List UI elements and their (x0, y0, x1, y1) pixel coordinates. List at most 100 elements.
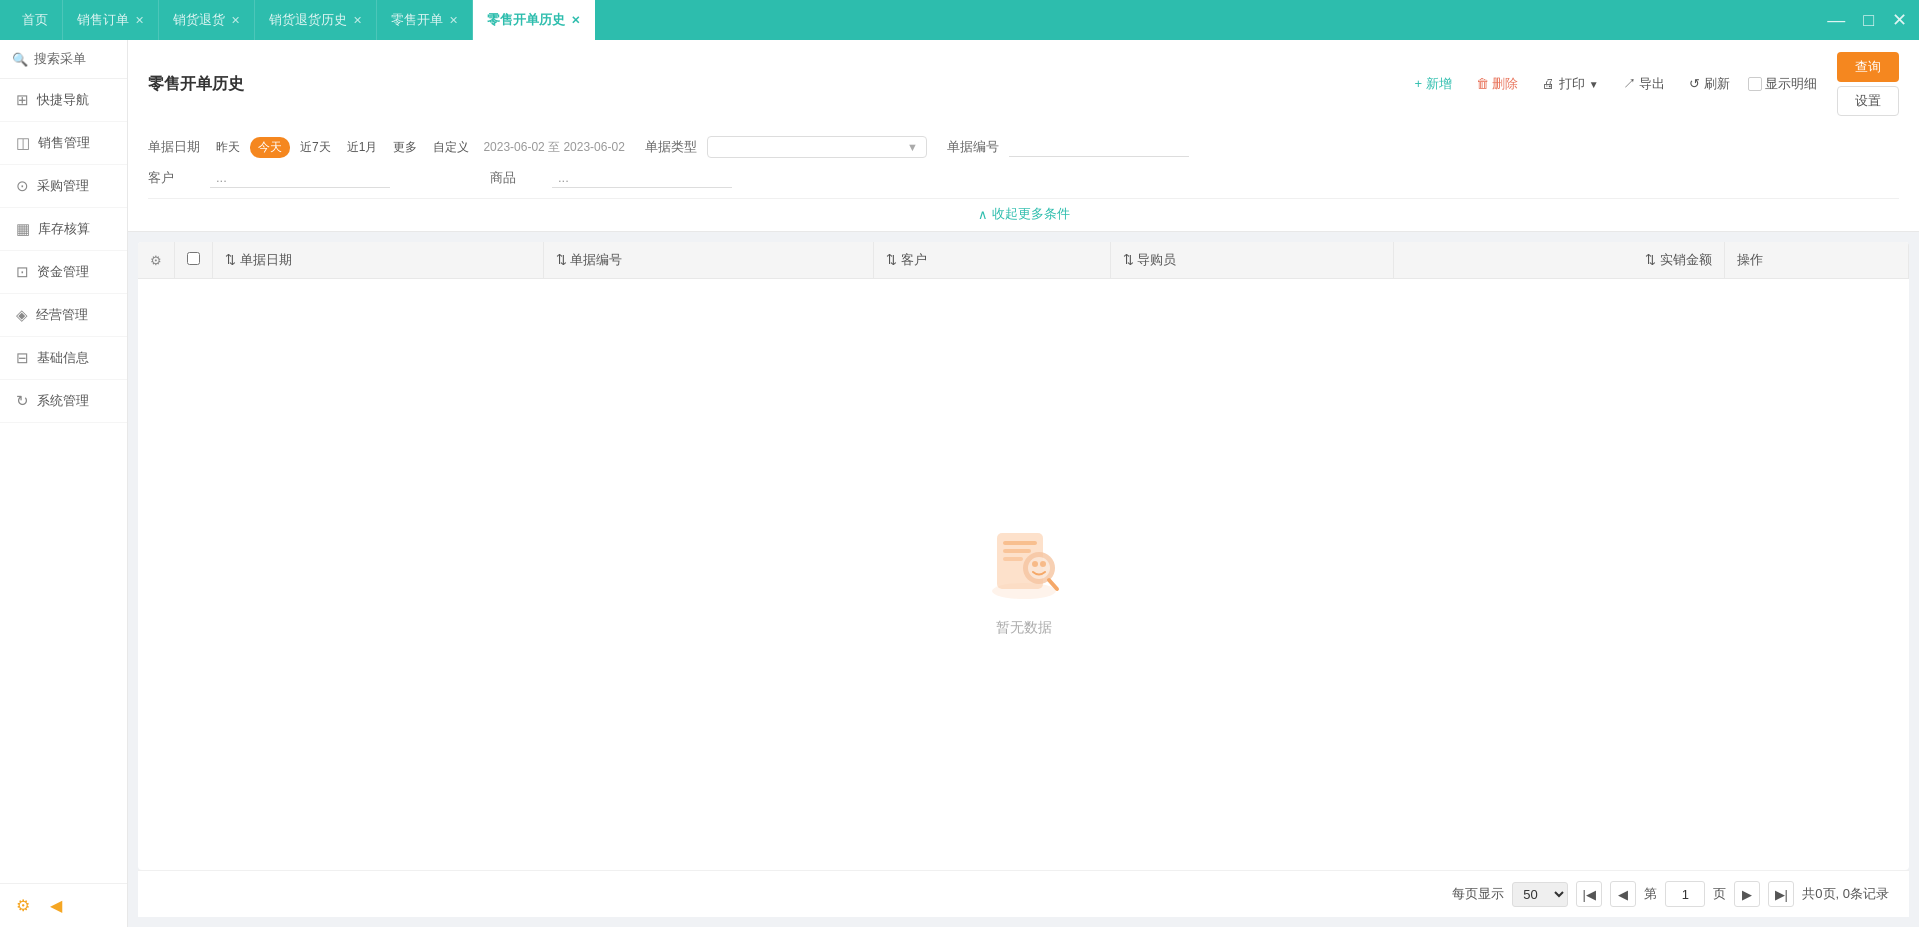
refresh-button-label: ↺ 刷新 (1689, 75, 1730, 93)
number-filter-input[interactable] (1009, 137, 1189, 157)
col-number: ⇅ 单据编号 (543, 242, 874, 279)
tab-close-icon[interactable]: ✕ (231, 14, 240, 27)
col-actions: 操作 (1724, 242, 1908, 279)
export-button-label: ↗ 导出 (1623, 75, 1666, 93)
sidebar-item-inventory[interactable]: ▦ 库存核算 (0, 208, 127, 251)
date-7days[interactable]: 近7天 (294, 137, 337, 158)
sidebar-bottom: ⚙ ◀ (0, 883, 127, 927)
col-date-text: 单据日期 (240, 252, 292, 267)
customer-filter-input[interactable] (210, 168, 390, 188)
maximize-icon[interactable]: □ (1859, 10, 1878, 31)
col-guide-text: 导购员 (1137, 252, 1176, 267)
tab-home[interactable]: 首页 (8, 0, 63, 40)
sidebar: 🔍 搜索采单 ⊞ 快捷导航 ◫ 销售管理 ⊙ 采购管理 ▦ 库存核算 ⊡ 资金管… (0, 40, 128, 927)
tab-label: 销货退货 (173, 11, 225, 29)
sidebar-search-label: 搜索采单 (34, 50, 86, 68)
product-filter-label: 商品 (490, 169, 546, 187)
svg-rect-3 (1003, 549, 1031, 553)
tab-close-icon[interactable]: ✕ (353, 14, 362, 27)
type-filter: 单据类型 ▼ (645, 136, 927, 158)
date-today[interactable]: 今天 (250, 137, 290, 158)
minimize-icon[interactable]: — (1823, 10, 1849, 31)
date-yesterday[interactable]: 昨天 (210, 137, 246, 158)
date-filter: 单据日期 昨天 今天 近7天 近1月 更多 自定义 2023-06-02 至 2… (148, 137, 625, 158)
display-detail-label: 显示明细 (1765, 75, 1817, 93)
tab-retail-order[interactable]: 零售开单 ✕ (377, 0, 473, 40)
sidebar-item-finance[interactable]: ⊡ 资金管理 (0, 251, 127, 294)
tab-close-icon[interactable]: ✕ (449, 14, 458, 27)
product-filter-input[interactable] (552, 168, 732, 188)
sidebar-item-basic-info[interactable]: ⊟ 基础信息 (0, 337, 127, 380)
close-icon[interactable]: ✕ (1888, 9, 1911, 31)
sidebar-item-sales[interactable]: ◫ 销售管理 (0, 122, 127, 165)
pagination: 每页显示 50 100 200 |◀ ◀ 第 页 ▶ ▶| 共0页, 0条记录 (138, 870, 1909, 917)
date-more[interactable]: 更多 (387, 137, 423, 158)
tab-sales-return[interactable]: 销货退货 ✕ (159, 0, 255, 40)
first-page-button[interactable]: |◀ (1576, 881, 1602, 907)
print-button-label: 🖨 打印 (1542, 75, 1585, 93)
date-1month[interactable]: 近1月 (341, 137, 384, 158)
basic-info-icon: ⊟ (16, 349, 29, 367)
date-filter-label: 单据日期 (148, 138, 204, 156)
sales-icon: ◫ (16, 134, 30, 152)
col-date: ⇅ 单据日期 (213, 242, 544, 279)
sidebar-item-label: 资金管理 (37, 263, 89, 281)
svg-point-8 (1032, 561, 1038, 567)
delete-button-label: 🗑 删除 (1476, 75, 1519, 93)
next-page-button[interactable]: ▶ (1734, 881, 1760, 907)
sidebar-item-label: 经营管理 (36, 306, 88, 324)
empty-illustration (979, 513, 1069, 603)
sidebar-item-label: 库存核算 (38, 220, 90, 238)
settings-button[interactable]: 设置 (1837, 86, 1899, 116)
tab-sales-return-history[interactable]: 销货退货历史 ✕ (255, 0, 377, 40)
tab-retail-order-history[interactable]: 零售开单历史 ✕ (473, 0, 595, 40)
per-page-select[interactable]: 50 100 200 (1512, 882, 1568, 907)
search-icon: 🔍 (12, 52, 28, 67)
chevron-up-icon: ∧ (978, 207, 988, 222)
sidebar-item-navigation[interactable]: ⊞ 快捷导航 (0, 79, 127, 122)
sidebar-search[interactable]: 🔍 搜索采单 (0, 40, 127, 79)
type-select[interactable]: ▼ (707, 136, 927, 158)
toolbar: + 新增 🗑 删除 🖨 打印 ▼ ↗ 导出 ↺ 刷新 (1408, 52, 1899, 116)
page-title-row: 零售开单历史 + 新增 🗑 删除 🖨 打印 ▼ ↗ 导出 (148, 52, 1899, 116)
new-button[interactable]: + 新增 (1408, 71, 1457, 97)
sidebar-item-purchase[interactable]: ⊙ 采购管理 (0, 165, 127, 208)
tab-label: 首页 (22, 11, 48, 29)
empty-state: 暂无数据 (138, 279, 1909, 870)
export-button[interactable]: ↗ 导出 (1617, 71, 1672, 97)
sidebar-item-system[interactable]: ↻ 系统管理 (0, 380, 127, 423)
collapse-sidebar-icon[interactable]: ◀ (50, 896, 62, 915)
prev-page-button[interactable]: ◀ (1610, 881, 1636, 907)
tab-close-icon[interactable]: ✕ (571, 14, 580, 27)
sidebar-item-operations[interactable]: ◈ 经营管理 (0, 294, 127, 337)
col-amount-sort: ⇅ (1645, 252, 1660, 267)
page-number-input[interactable] (1665, 881, 1705, 907)
select-all-checkbox[interactable] (187, 252, 200, 265)
col-customer-text: 客户 (901, 252, 927, 267)
tab-sales-order[interactable]: 销售订单 ✕ (63, 0, 159, 40)
tab-bar: 首页 销售订单 ✕ 销货退货 ✕ 销货退货历史 ✕ 零售开单 ✕ 零售开单历史 … (0, 0, 1919, 40)
svg-point-6 (1028, 557, 1050, 579)
sidebar-item-label: 系统管理 (37, 392, 89, 410)
number-filter: 单据编号 (947, 137, 1189, 157)
home-icon: ⊞ (16, 91, 29, 109)
customer-filter: 客户 (148, 168, 390, 188)
query-button[interactable]: 查询 (1837, 52, 1899, 82)
more-filters-toggle[interactable]: ∧ 收起更多条件 (148, 198, 1899, 231)
data-table: ⚙ ⇅ 单据日期 ⇅ 单据编号 (138, 242, 1909, 279)
main-layout: 🔍 搜索采单 ⊞ 快捷导航 ◫ 销售管理 ⊙ 采购管理 ▦ 库存核算 ⊡ 资金管… (0, 40, 1919, 927)
display-detail-toggle[interactable]: 显示明细 (1748, 75, 1817, 93)
tab-close-icon[interactable]: ✕ (135, 14, 144, 27)
col-customer: ⇅ 客户 (874, 242, 1111, 279)
date-custom[interactable]: 自定义 (427, 137, 475, 158)
gear-settings-icon[interactable]: ⚙ (150, 253, 162, 268)
display-detail-checkbox[interactable] (1748, 77, 1762, 91)
empty-text: 暂无数据 (996, 619, 1052, 637)
delete-button[interactable]: 🗑 删除 (1470, 71, 1525, 97)
sidebar-item-label: 采购管理 (37, 177, 89, 195)
svg-point-9 (1040, 561, 1046, 567)
settings-bottom-icon[interactable]: ⚙ (16, 896, 30, 915)
print-button[interactable]: 🖨 打印 ▼ (1536, 71, 1605, 97)
refresh-button[interactable]: ↺ 刷新 (1683, 71, 1736, 97)
last-page-button[interactable]: ▶| (1768, 881, 1794, 907)
